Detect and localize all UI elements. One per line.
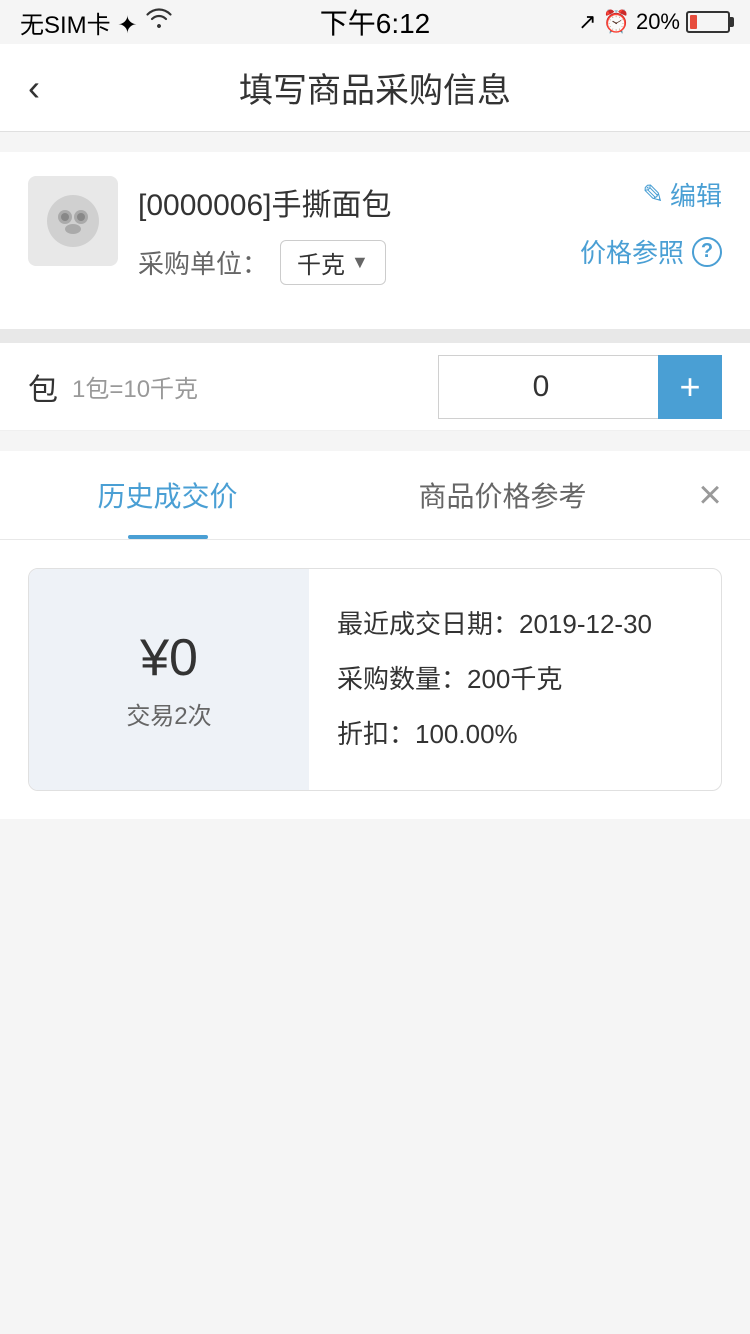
help-button[interactable]: ?	[692, 237, 722, 267]
quantity-label-group: 包 1包=10千克	[28, 365, 198, 409]
recent-date-label: 最近成交日期：	[337, 609, 519, 639]
edit-button[interactable]: ✎ 编辑	[642, 176, 722, 213]
carrier-text: 无SIM卡 ✦	[20, 5, 137, 40]
location-icon: ↗	[578, 9, 596, 35]
product-thumbnail	[28, 176, 118, 266]
tab-history-price[interactable]: 历史成交价	[0, 451, 335, 539]
quantity-line: 采购数量：200千克	[337, 660, 693, 699]
product-info: [0000006]手撕面包 采购单位： 千克 ▼	[138, 176, 391, 285]
quantity-row: 包 1包=10千克 +	[0, 343, 750, 431]
tab-price-ref[interactable]: 商品价格参考	[335, 451, 670, 539]
separator	[0, 329, 750, 343]
product-left: [0000006]手撕面包 采购单位： 千克 ▼	[28, 176, 391, 285]
product-unit-row: 采购单位： 千克 ▼	[138, 240, 391, 285]
product-right: ✎ 编辑 价格参照 ?	[580, 176, 722, 270]
price-card-left: ¥0 交易2次	[29, 569, 309, 790]
price-transaction-count: 交易2次	[126, 696, 211, 731]
tab-price-ref-label: 商品价格参考	[418, 475, 586, 515]
back-button[interactable]: ‹	[28, 67, 40, 109]
product-name: [0000006]手撕面包	[138, 180, 391, 224]
status-time: 下午6:12	[320, 2, 431, 42]
discount-line: 折扣：100.00%	[337, 715, 693, 754]
recent-date-value: 2019-12-30	[519, 609, 652, 639]
quantity-input-group: +	[438, 355, 722, 419]
tab-bar: 历史成交价 商品价格参考 ×	[0, 451, 750, 540]
status-left: 无SIM卡 ✦	[20, 5, 173, 40]
discount-value: 100.00%	[415, 719, 518, 749]
quantity-input[interactable]	[438, 355, 658, 419]
battery-icon	[686, 11, 730, 33]
status-right: ↗ ⏰ 20%	[578, 9, 730, 35]
tab-history-label: 历史成交价	[97, 475, 237, 515]
edit-icon: ✎	[642, 179, 664, 210]
quantity-value: 200千克	[467, 664, 562, 694]
main-content: 历史成交价 商品价格参考 × ¥0 交易2次 最近成交日期：2019-12-30…	[0, 451, 750, 1051]
battery-pct: 20%	[636, 9, 680, 35]
nav-bar: ‹ 填写商品采购信息	[0, 44, 750, 132]
price-amount: ¥0	[140, 628, 198, 688]
price-ref-link[interactable]: 价格参照	[580, 233, 684, 270]
recent-date-line: 最近成交日期：2019-12-30	[337, 605, 693, 644]
unit-conversion: 1包=10千克	[72, 369, 198, 404]
page-title: 填写商品采购信息	[239, 63, 511, 112]
unit-selector[interactable]: 千克 ▼	[280, 240, 386, 285]
wifi-icon	[145, 8, 173, 37]
unit-label: 采购单位：	[138, 244, 268, 281]
edit-label: 编辑	[670, 176, 722, 213]
product-header: [0000006]手撕面包 采购单位： 千克 ▼ ✎ 编辑 价格参照 ?	[28, 176, 722, 285]
price-ref-row: 价格参照 ?	[580, 233, 722, 270]
unit-dropdown-icon: ▼	[351, 252, 369, 273]
unit-badge: 包	[28, 365, 58, 409]
quantity-plus-button[interactable]: +	[658, 355, 722, 419]
alarm-icon: ⏰	[603, 9, 630, 35]
tab-close-button[interactable]: ×	[670, 451, 750, 539]
discount-label: 折扣：	[337, 719, 415, 749]
price-card: ¥0 交易2次 最近成交日期：2019-12-30 采购数量：200千克 折扣：…	[28, 568, 722, 791]
product-card: [0000006]手撕面包 采购单位： 千克 ▼ ✎ 编辑 价格参照 ?	[0, 152, 750, 329]
status-bar: 无SIM卡 ✦ 下午6:12 ↗ ⏰ 20%	[0, 0, 750, 44]
price-content: ¥0 交易2次 最近成交日期：2019-12-30 采购数量：200千克 折扣：…	[0, 540, 750, 819]
price-card-right: 最近成交日期：2019-12-30 采购数量：200千克 折扣：100.00%	[309, 569, 721, 790]
quantity-label: 采购数量：	[337, 664, 467, 694]
unit-value: 千克	[297, 245, 345, 280]
